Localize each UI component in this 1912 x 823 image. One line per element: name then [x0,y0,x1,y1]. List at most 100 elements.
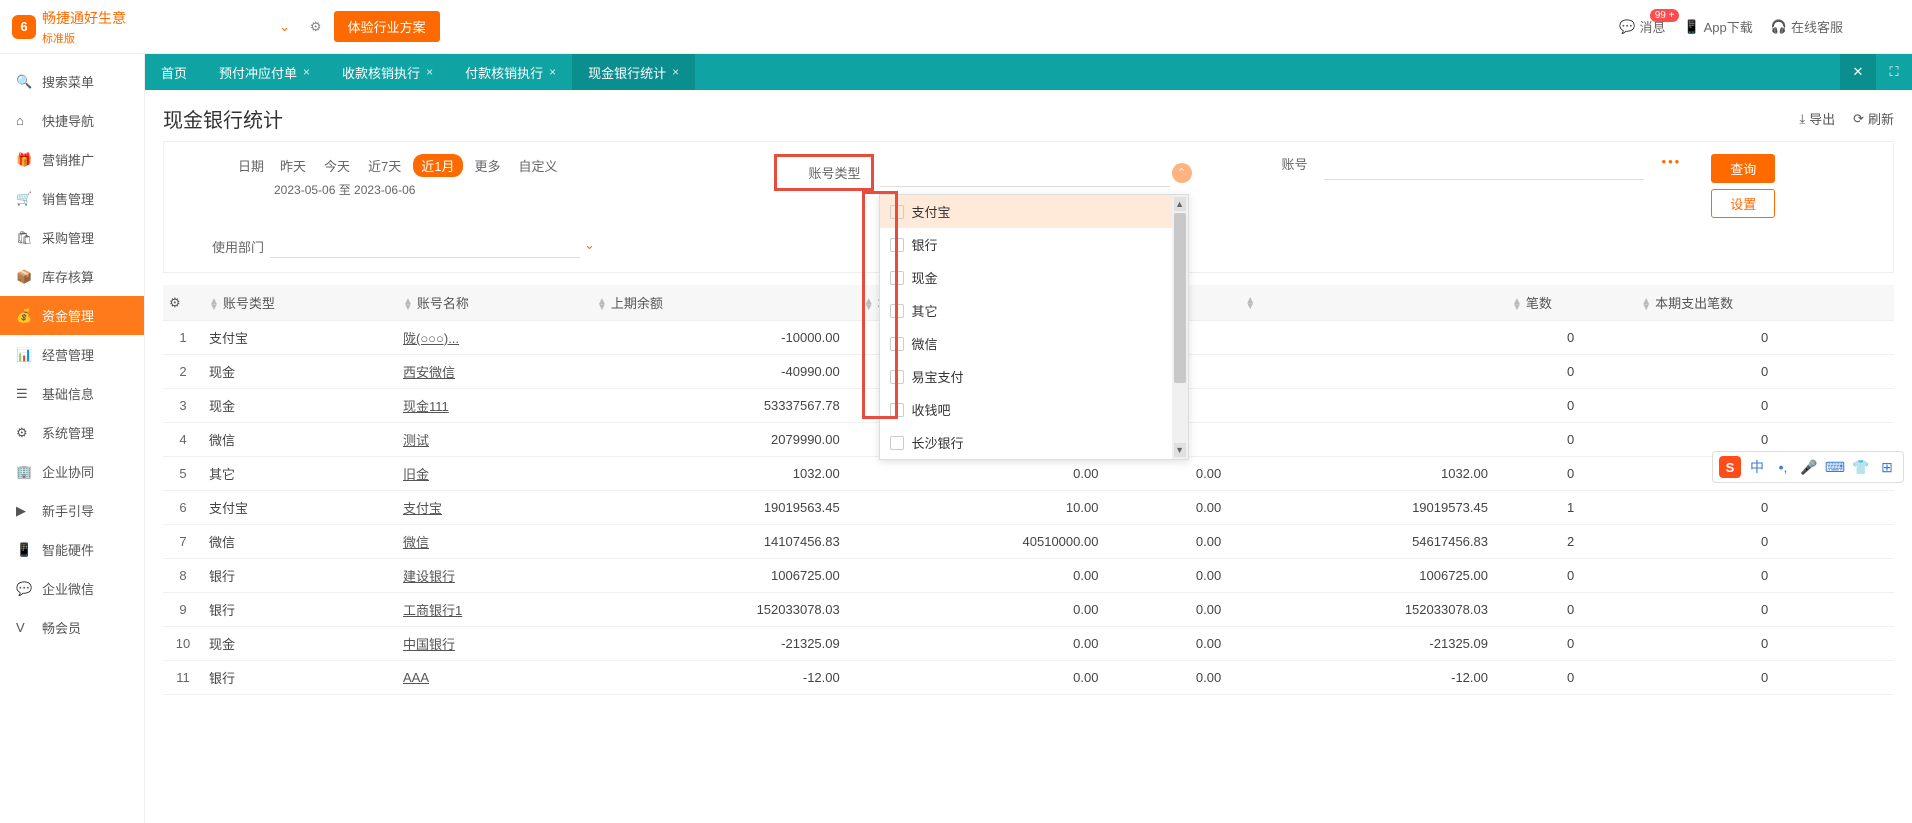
dropdown-item-6[interactable]: 收钱吧 [880,393,1188,426]
sidebar-item-1[interactable]: ⌂快捷导航 [0,101,144,140]
sidebar-item-2[interactable]: 🎁营销推广 [0,140,144,179]
close-icon[interactable]: × [549,65,556,79]
tab-4[interactable]: 现金银行统计× [572,54,695,90]
account-name-link[interactable]: 微信 [403,535,429,550]
scroll-down-icon[interactable]: ▼ [1174,443,1186,457]
sidebar-item-8[interactable]: ☰基础信息 [0,374,144,413]
close-icon[interactable]: × [426,65,433,79]
checkbox[interactable] [890,238,904,252]
checkbox[interactable] [890,436,904,450]
tab-1[interactable]: 预付冲应付单× [203,54,326,90]
trial-button[interactable]: 体验行业方案 [334,11,440,42]
dropdown-item-5[interactable]: 易宝支付 [880,360,1188,393]
ime-punct-icon[interactable]: •, [1773,457,1793,477]
account-name-link[interactable]: 现金111 [403,399,449,414]
company-selector[interactable]: ⌄ [177,13,300,40]
ime-logo-icon[interactable]: S [1719,456,1741,478]
date-opt-1[interactable]: 今天 [318,154,356,177]
settings-button[interactable]: 设置 [1711,189,1775,218]
account-type-label: 账号类型 [774,154,874,191]
checkbox[interactable] [890,337,904,351]
close-icon[interactable]: × [303,65,310,79]
scroll-up-icon[interactable]: ▲ [1174,197,1186,211]
collapse-filter-button[interactable]: ⌃ [1172,163,1192,183]
sidebar-item-13[interactable]: 💬企业微信 [0,569,144,608]
col-header-1[interactable]: ▲▼账号名称 [397,285,591,321]
tab-2[interactable]: 收款核销执行× [326,54,449,90]
sidebar-item-4[interactable]: 🛍采购管理 [0,218,144,257]
checkbox[interactable] [890,403,904,417]
chevron-down-icon[interactable]: ⌄ [584,237,595,253]
fullscreen-button[interactable]: ⛶ [1876,54,1912,90]
date-opt-0[interactable]: 昨天 [274,154,312,177]
account-name-link[interactable]: 旧金 [403,467,429,482]
scroll-thumb[interactable] [1174,213,1186,383]
user-avatar[interactable] [1861,17,1900,36]
row-index: 11 [163,661,203,695]
dropdown-item-2[interactable]: 现金 [880,261,1188,294]
account-name-link[interactable]: AAA [403,670,429,685]
col-header-2[interactable]: ▲▼上期余额 [591,285,858,321]
table-row: 9银行工商银行1152033078.030.000.00152033078.03… [163,593,1894,627]
app-download-link[interactable]: 📱 App下载 [1683,17,1752,36]
sidebar-item-10[interactable]: 🏢企业协同 [0,452,144,491]
ime-lang[interactable]: 中 [1747,457,1767,477]
account-name-link[interactable]: 陇(○○○)... [403,331,459,346]
close-icon[interactable]: × [672,65,679,79]
ime-mic-icon[interactable]: 🎤 [1799,457,1819,477]
sidebar-item-3[interactable]: 🛒销售管理 [0,179,144,218]
tab-3[interactable]: 付款核销执行× [449,54,572,90]
table-settings-header[interactable]: ⚙ [163,285,203,321]
sidebar-item-0[interactable]: 🔍搜索菜单 [0,62,144,101]
query-button[interactable]: 查询 [1711,154,1775,183]
dropdown-item-label: 其它 [912,301,938,320]
ime-skin-icon[interactable]: 👕 [1851,457,1871,477]
checkbox[interactable] [890,370,904,384]
date-opt-5[interactable]: 自定义 [513,154,564,177]
col-header-6[interactable]: ▲▼笔数 [1506,285,1635,321]
account-name-link[interactable]: 测试 [403,433,429,448]
dropdown-item-0[interactable]: 支付宝 [880,195,1188,228]
sidebar-item-6[interactable]: 💰资金管理 [0,296,144,335]
sidebar-item-14[interactable]: V畅会员 [0,608,144,647]
more-filter-button[interactable]: ••• [1662,154,1682,169]
support-link[interactable]: 🎧 在线客服 [1771,17,1843,36]
dropdown-item-7[interactable]: 长沙银行 [880,426,1188,459]
sidebar-item-7[interactable]: 📊经营管理 [0,335,144,374]
account-name-link[interactable]: 西安微信 [403,365,455,380]
export-button[interactable]: ⤓导出 [1799,109,1835,128]
col-header-7[interactable]: ▲▼本期支出笔数 [1635,285,1894,321]
dropdown-scrollbar[interactable]: ▲ ▼ [1172,195,1188,459]
date-opt-3[interactable]: 近1月 [413,154,462,177]
cell-cnt: 0 [1506,457,1635,491]
account-name-link[interactable]: 中国银行 [403,637,455,652]
refresh-button[interactable]: ⟳刷新 [1853,109,1894,128]
account-name-link[interactable]: 工商银行1 [403,603,462,618]
ime-keyboard-icon[interactable]: ⌨ [1825,457,1845,477]
checkbox[interactable] [890,304,904,318]
dept-input[interactable] [270,232,580,258]
date-opt-2[interactable]: 近7天 [362,154,407,177]
account-type-input[interactable] [880,159,1170,187]
checkbox[interactable] [890,205,904,219]
gear-icon[interactable]: ⚙ [310,19,322,35]
messages-link[interactable]: 💬 消息 99 + [1619,17,1665,36]
col-header-5[interactable]: ▲▼ [1239,285,1506,321]
sidebar-item-5[interactable]: 📦库存核算 [0,257,144,296]
checkbox[interactable] [890,271,904,285]
account-name-link[interactable]: 建设银行 [403,569,455,584]
ime-tools-icon[interactable]: ⊞ [1877,457,1897,477]
tab-0[interactable]: 首页 [145,54,203,90]
filter-panel: 日期 昨天今天近7天近1月更多自定义 2023-05-06 至 2023-06-… [163,141,1894,273]
sidebar-item-9[interactable]: ⚙系统管理 [0,413,144,452]
sidebar-item-11[interactable]: ▶新手引导 [0,491,144,530]
dropdown-item-3[interactable]: 其它 [880,294,1188,327]
date-opt-4[interactable]: 更多 [469,154,507,177]
dropdown-item-4[interactable]: 微信 [880,327,1188,360]
col-header-0[interactable]: ▲▼账号类型 [203,285,397,321]
dropdown-item-1[interactable]: 银行 [880,228,1188,261]
sidebar-item-12[interactable]: 📱智能硬件 [0,530,144,569]
close-tab-button[interactable]: ✕ [1840,54,1876,90]
account-name-link[interactable]: 支付宝 [403,501,442,516]
account-no-input[interactable] [1324,154,1644,180]
